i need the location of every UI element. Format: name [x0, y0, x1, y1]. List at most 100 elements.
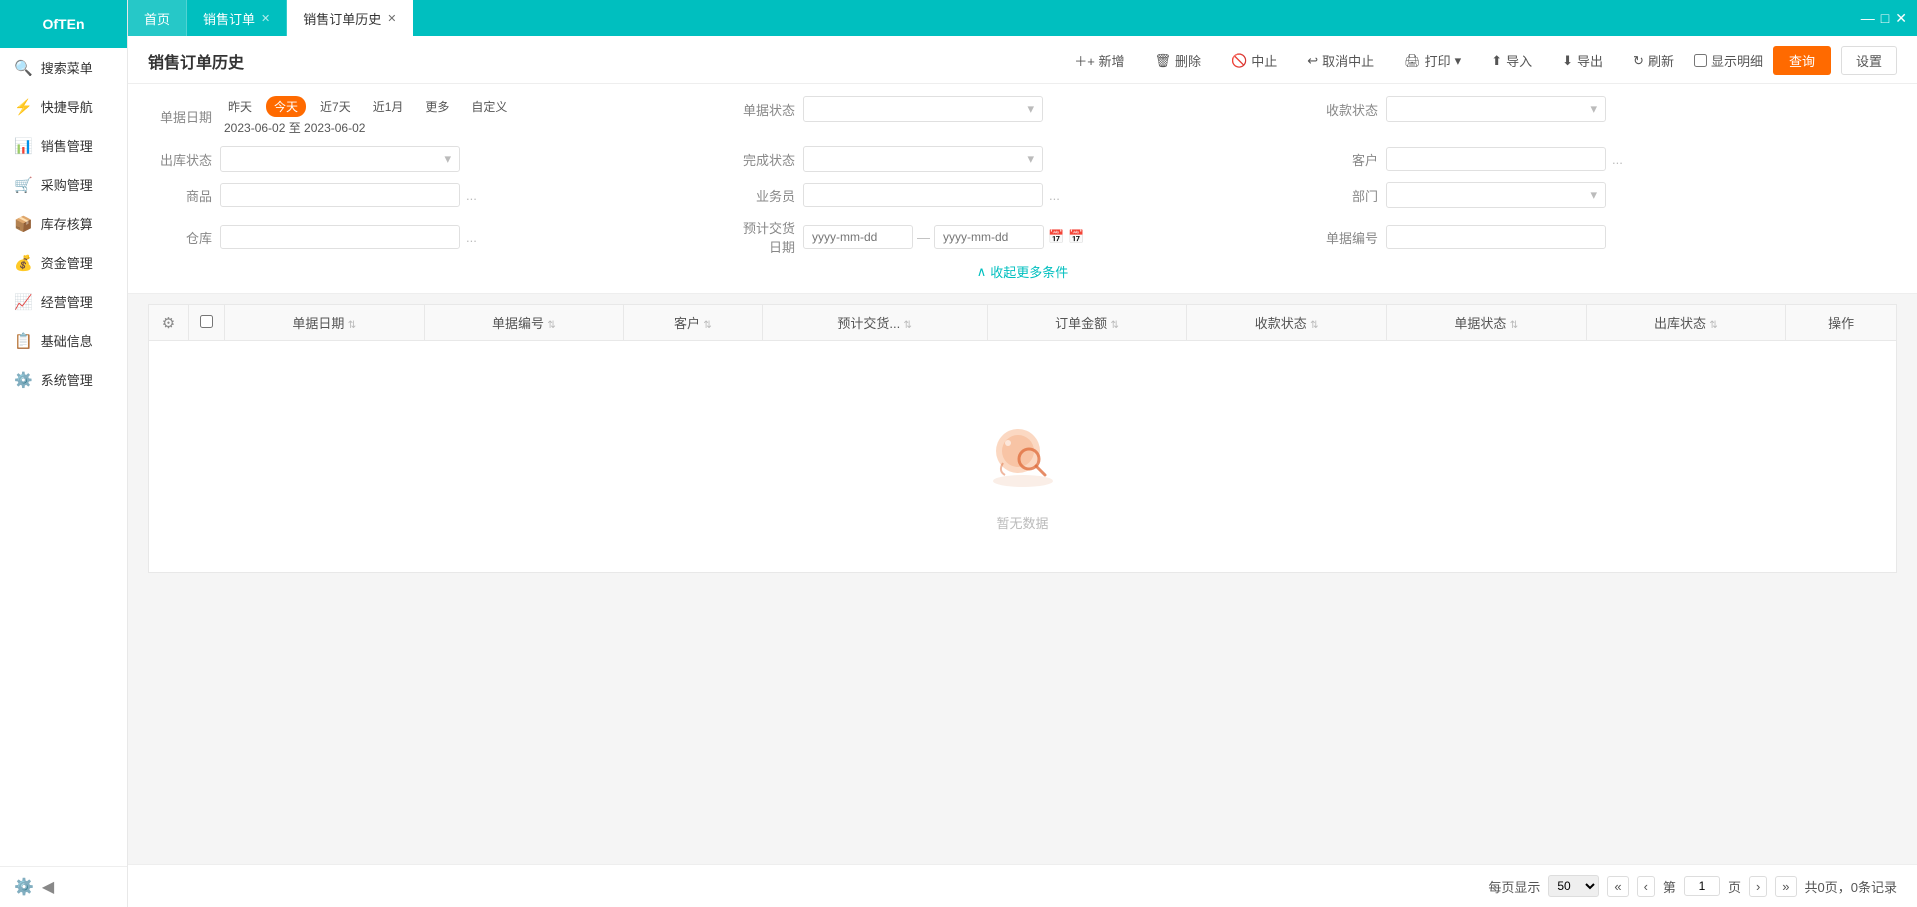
salesperson-label: 业务员 [731, 186, 803, 205]
date-chip-yesterday[interactable]: 昨天 [220, 96, 260, 117]
cancel-stop-button[interactable]: ↩ 取消中止 [1297, 47, 1384, 74]
minimize-icon[interactable]: — [1861, 10, 1875, 26]
search-icon: 🔍 [14, 59, 33, 77]
customer-input[interactable] [1386, 147, 1606, 171]
content-area: 销售订单历史 ＋ + 新增 🗑 删除 🚫 中止 ↩ 取消中止 [128, 36, 1917, 907]
table-header-row: ⚙ 单据日期 ⇅ 单据编号 ⇅ [149, 305, 1897, 341]
department-dropdown-icon: ▾ [1590, 187, 1597, 203]
sort-bill-status-icon[interactable]: ⇅ [1510, 320, 1518, 331]
select-all-checkbox[interactable] [200, 315, 213, 328]
sidebar-item-search[interactable]: 🔍 搜索菜单 [0, 48, 127, 87]
th-checkbox [189, 305, 225, 341]
quicknav-icon: ⚡ [14, 98, 33, 116]
collapse-row: ∧ 收起更多条件 [148, 262, 1897, 281]
settings-bottom-icon[interactable]: ⚙️ [14, 877, 34, 897]
import-button[interactable]: ⬆ 导入 [1481, 47, 1542, 74]
sidebar-logo: OfTEn [0, 0, 127, 48]
stop-button[interactable]: 🚫 中止 [1221, 47, 1287, 74]
calendar-start-icon[interactable]: 📅 [1048, 229, 1064, 245]
expected-date-label: 预计交货日期 [731, 218, 803, 256]
salesperson-dots[interactable]: ... [1043, 184, 1066, 207]
warehouse-dots[interactable]: ... [460, 226, 483, 249]
date-filter: 昨天 今天 近7天 近1月 更多 自定义 [220, 96, 515, 117]
tab-sales-order-history-close[interactable]: ✕ [387, 12, 396, 25]
tab-sales-order[interactable]: 销售订单 ✕ [187, 0, 287, 36]
bill-number-input[interactable] [1386, 225, 1606, 249]
table-body: 暂无数据 [149, 341, 1897, 573]
sidebar-item-basic[interactable]: 📋 基础信息 [0, 321, 127, 360]
sidebar-item-finance[interactable]: 💰 资金管理 [0, 243, 127, 282]
display-detail-toggle[interactable]: 显示明细 [1694, 51, 1763, 70]
sort-expected-date-icon[interactable]: ⇅ [904, 320, 912, 331]
display-detail-checkbox[interactable] [1694, 54, 1707, 67]
tab-sales-order-close[interactable]: ✕ [261, 12, 270, 25]
sidebar-item-sales[interactable]: 📊 销售管理 [0, 126, 127, 165]
date-chip-more[interactable]: 更多 [417, 96, 457, 117]
refresh-button[interactable]: ↻ 刷新 [1623, 47, 1684, 74]
department-select[interactable]: ▾ [1386, 182, 1606, 208]
complete-status-select[interactable]: ▾ [803, 146, 1043, 172]
sort-bill-number-icon[interactable]: ⇅ [547, 320, 555, 331]
close-window-icon[interactable]: ✕ [1895, 10, 1907, 27]
outbound-status-select[interactable]: ▾ [220, 146, 460, 172]
sort-outbound-status-icon[interactable]: ⇅ [1709, 320, 1717, 331]
expected-date-end-input[interactable] [934, 225, 1044, 249]
payment-status-select[interactable]: ▾ [1386, 96, 1606, 122]
sort-payment-status-icon[interactable]: ⇅ [1310, 320, 1318, 331]
maximize-icon[interactable]: □ [1881, 10, 1889, 26]
page-input[interactable] [1684, 876, 1720, 896]
date-chip-custom[interactable]: 自定义 [463, 96, 515, 117]
gear-button[interactable]: ⚙ [162, 314, 175, 332]
delete-button[interactable]: 🗑 删除 [1144, 47, 1211, 74]
sidebar-item-management[interactable]: 📈 经营管理 [0, 282, 127, 321]
expected-date-start-input[interactable] [803, 225, 913, 249]
empty-illustration [973, 401, 1073, 501]
bill-status-select[interactable]: ▾ [803, 96, 1043, 122]
bill-status-dropdown-icon: ▾ [1027, 101, 1034, 117]
print-button[interactable]: 🖨 打印 ▾ [1394, 47, 1471, 74]
new-button[interactable]: ＋ + 新增 [1064, 47, 1134, 74]
prev-page-button[interactable]: ‹ [1637, 876, 1655, 897]
sort-bill-date-icon[interactable]: ⇅ [348, 320, 356, 331]
sidebar-item-inventory[interactable]: 📦 库存核算 [0, 204, 127, 243]
goods-dots[interactable]: ... [460, 184, 483, 207]
salesperson-input[interactable] [803, 183, 1043, 207]
bill-number-label: 单据编号 [1314, 228, 1386, 247]
setting-button[interactable]: 设置 [1841, 46, 1897, 75]
query-button[interactable]: 查询 [1773, 46, 1831, 75]
collapse-up-icon: ∧ [977, 264, 987, 280]
warehouse-input[interactable] [220, 225, 460, 249]
date-chip-1month[interactable]: 近1月 [365, 96, 412, 117]
date-chip-7days[interactable]: 近7天 [312, 96, 359, 117]
export-button[interactable]: ⬇ 导出 [1552, 47, 1613, 74]
first-page-button[interactable]: « [1607, 876, 1628, 897]
sidebar-item-quicknav[interactable]: ⚡ 快捷导航 [0, 87, 127, 126]
next-page-button[interactable]: › [1749, 876, 1767, 897]
per-page-select[interactable]: 10 20 50 100 [1548, 875, 1599, 897]
payment-status-label: 收款状态 [1314, 100, 1386, 119]
sidebar-item-purchase-label: 采购管理 [41, 175, 93, 194]
th-bill-date: 单据日期 ⇅ [225, 305, 425, 341]
calendar-end-icon[interactable]: 📅 [1068, 229, 1084, 245]
tab-sales-order-history[interactable]: 销售订单历史 ✕ [287, 0, 413, 36]
collapse-button[interactable]: ∧ 收起更多条件 [977, 262, 1069, 281]
pagination-bar: 每页显示 10 20 50 100 « ‹ 第 页 › » 共0页，0条记录 [128, 864, 1917, 907]
complete-status-label: 完成状态 [731, 150, 803, 169]
date-range-display: 2023-06-02 至 2023-06-02 [224, 119, 515, 136]
date-chip-today[interactable]: 今天 [266, 96, 306, 117]
sidebar: OfTEn 🔍 搜索菜单 ⚡ 快捷导航 📊 销售管理 🛒 采购管理 📦 库存核算… [0, 0, 128, 907]
system-icon: ⚙️ [14, 371, 33, 389]
tabs-right: — □ ✕ [1861, 10, 1917, 27]
last-page-button[interactable]: » [1775, 876, 1796, 897]
sidebar-item-system[interactable]: ⚙️ 系统管理 [0, 360, 127, 399]
customer-dots[interactable]: ... [1606, 148, 1629, 171]
sort-order-amount-icon[interactable]: ⇅ [1111, 320, 1119, 331]
per-page-label: 每页显示 [1488, 877, 1540, 896]
sidebar-item-purchase[interactable]: 🛒 采购管理 [0, 165, 127, 204]
sort-customer-icon[interactable]: ⇅ [703, 320, 711, 331]
sidebar-item-management-label: 经营管理 [41, 292, 93, 311]
department-label: 部门 [1314, 186, 1386, 205]
goods-input[interactable] [220, 183, 460, 207]
tab-home[interactable]: 首页 [128, 0, 187, 36]
collapse-sidebar-icon[interactable]: ◀ [42, 877, 54, 897]
